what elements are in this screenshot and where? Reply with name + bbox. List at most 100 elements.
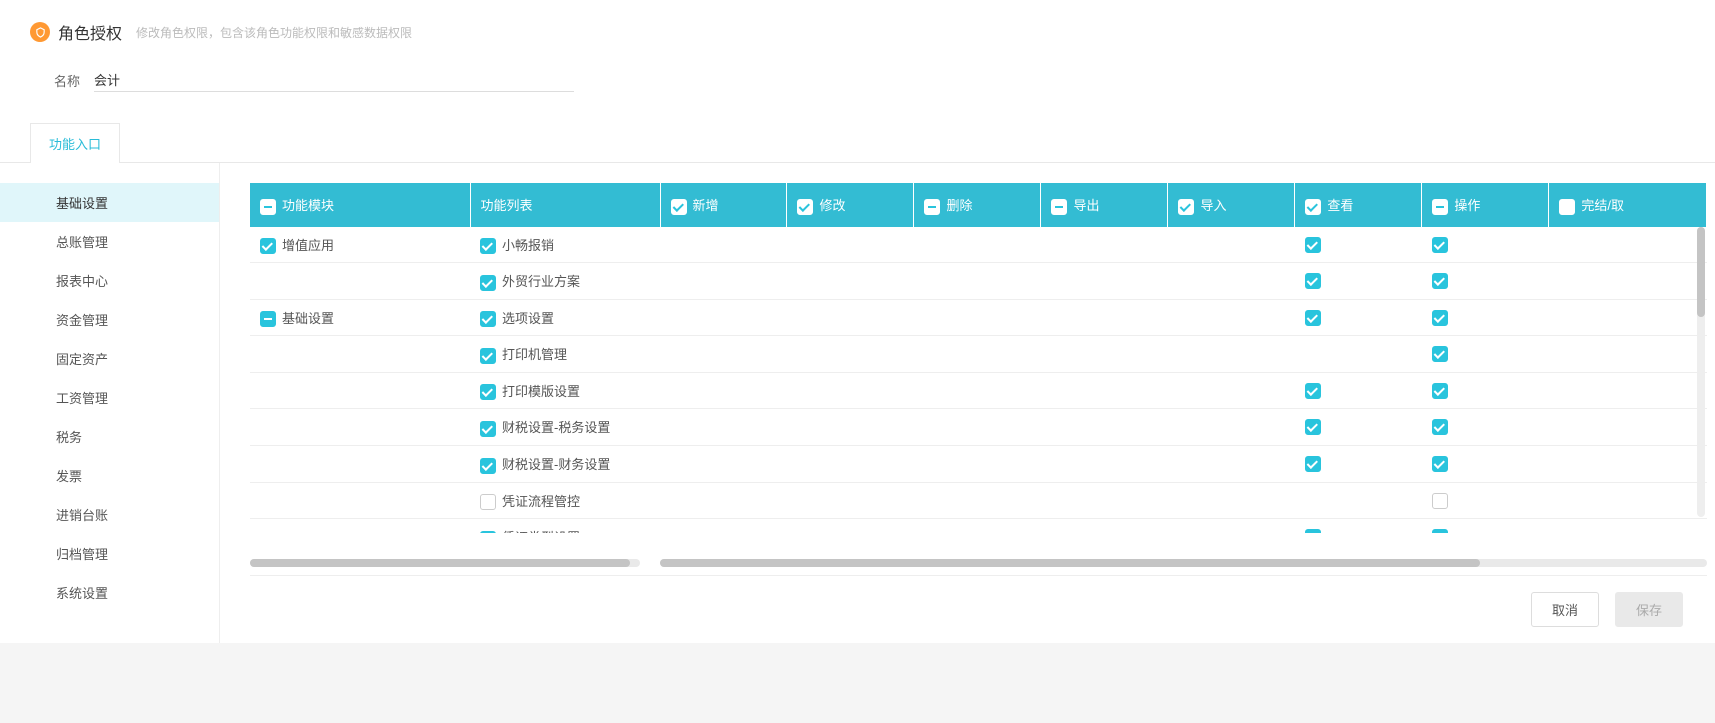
checkbox[interactable] [1305,456,1321,472]
perm-cell [787,409,914,446]
checkbox[interactable] [1432,529,1448,533]
checkbox[interactable] [1432,419,1448,435]
tab-function-entry[interactable]: 功能入口 [30,123,120,163]
perm-cell [1549,372,1707,409]
perm-cell [660,482,787,519]
checkbox[interactable] [480,275,496,291]
perm-cell [787,336,914,373]
perm-cell [1295,299,1422,336]
perm-cell [787,519,914,533]
sidebar: 基础设置总账管理报表中心资金管理固定资产工资管理税务发票进销台账归档管理系统设置 [0,163,220,643]
checkbox[interactable] [260,238,276,254]
checkbox[interactable] [260,199,276,215]
checkbox[interactable] [480,311,496,327]
perm-cell [1295,445,1422,482]
feature-cell: 打印模版设置 [470,372,660,409]
perm-cell [660,336,787,373]
sidebar-item-6[interactable]: 税务 [0,417,219,456]
sidebar-item-4[interactable]: 固定资产 [0,339,219,378]
checkbox[interactable] [1432,493,1448,509]
name-field-row: 名称 [0,68,1715,92]
checkbox[interactable] [1559,199,1575,215]
table-row: 基础设置选项设置 [250,299,1707,336]
perm-cell [1549,519,1707,533]
perm-cell [1295,409,1422,446]
checkbox[interactable] [480,348,496,364]
save-button[interactable]: 保存 [1615,592,1683,627]
checkbox[interactable] [671,199,687,215]
perm-cell [1549,263,1707,300]
role-name-input[interactable] [94,68,574,92]
sidebar-item-2[interactable]: 报表中心 [0,261,219,300]
checkbox[interactable] [1305,237,1321,253]
column-label: 导入 [1200,198,1226,213]
feature-label: 凭证流程管控 [502,494,580,509]
checkbox[interactable] [480,531,496,533]
checkbox[interactable] [1305,310,1321,326]
checkbox[interactable] [1305,419,1321,435]
checkbox[interactable] [1432,237,1448,253]
sidebar-item-3[interactable]: 资金管理 [0,300,219,339]
perm-cell [914,482,1041,519]
table-row: 打印机管理 [250,336,1707,373]
sidebar-item-5[interactable]: 工资管理 [0,378,219,417]
perm-cell [1168,445,1295,482]
perm-cell [1168,372,1295,409]
sidebar-item-1[interactable]: 总账管理 [0,222,219,261]
perm-cell [1295,263,1422,300]
checkbox[interactable] [797,199,813,215]
checkbox[interactable] [1305,199,1321,215]
vertical-scrollbar-thumb[interactable] [1697,227,1705,317]
checkbox[interactable] [1305,529,1321,533]
perm-cell [1422,227,1549,263]
perm-cell [914,299,1041,336]
checkbox[interactable] [480,494,496,510]
table-row: 凭证类型设置 [250,519,1707,533]
checkbox[interactable] [1178,199,1194,215]
table-row: 外贸行业方案 [250,263,1707,300]
checkbox[interactable] [480,458,496,474]
perm-cell [1295,227,1422,263]
column-label: 新增 [693,198,719,213]
checkbox[interactable] [1305,383,1321,399]
sidebar-item-7[interactable]: 发票 [0,456,219,495]
checkbox[interactable] [1432,273,1448,289]
checkbox[interactable] [1432,456,1448,472]
vertical-scrollbar[interactable] [1697,227,1705,517]
perm-cell [1041,372,1168,409]
checkbox[interactable] [1305,273,1321,289]
sidebar-item-0[interactable]: 基础设置 [0,183,219,222]
perm-cell [1295,482,1422,519]
checkbox[interactable] [260,311,276,327]
feature-label: 财税设置-税务设置 [502,420,610,435]
perm-cell [914,263,1041,300]
sidebar-item-9[interactable]: 归档管理 [0,534,219,573]
perm-cell [1041,445,1168,482]
checkbox[interactable] [480,384,496,400]
module-label: 基础设置 [282,311,334,326]
perm-cell [1422,445,1549,482]
checkbox[interactable] [1432,383,1448,399]
cancel-button[interactable]: 取消 [1531,592,1599,627]
perm-cell [1041,409,1168,446]
table-row: 财税设置-税务设置 [250,409,1707,446]
perm-cell [1549,445,1707,482]
sidebar-item-8[interactable]: 进销台账 [0,495,219,534]
checkbox[interactable] [1432,346,1448,362]
checkbox[interactable] [480,238,496,254]
perm-cell [660,263,787,300]
checkbox[interactable] [1051,199,1067,215]
module-cell [250,482,470,519]
checkbox[interactable] [480,421,496,437]
perm-cell [660,299,787,336]
perm-cell [1422,336,1549,373]
checkbox[interactable] [1432,199,1448,215]
horizontal-scrollbar[interactable] [250,553,1707,575]
perm-cell [1422,299,1549,336]
module-cell [250,445,470,482]
sidebar-item-10[interactable]: 系统设置 [0,573,219,612]
checkbox[interactable] [924,199,940,215]
checkbox[interactable] [1432,310,1448,326]
perm-cell [1168,299,1295,336]
table-row: 财税设置-财务设置 [250,445,1707,482]
